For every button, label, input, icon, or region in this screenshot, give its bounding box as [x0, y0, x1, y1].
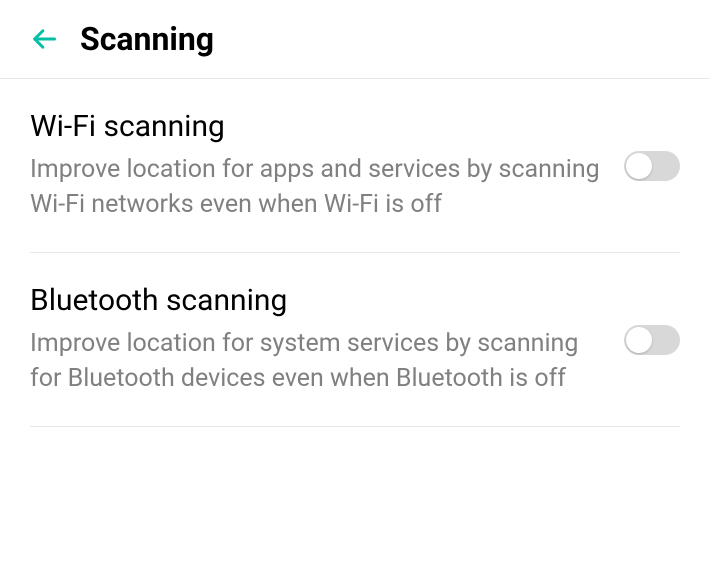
- header: Scanning: [0, 0, 710, 79]
- back-button[interactable]: [28, 23, 60, 55]
- setting-description: Improve location for apps and services b…: [30, 152, 604, 222]
- setting-description: Improve location for system services by …: [30, 326, 604, 396]
- toggle-knob: [626, 327, 652, 353]
- toggle-knob: [626, 153, 652, 179]
- setting-text: Wi-Fi scanning Improve location for apps…: [30, 109, 624, 222]
- setting-text: Bluetooth scanning Improve location for …: [30, 283, 624, 396]
- setting-item-bluetooth-scanning[interactable]: Bluetooth scanning Improve location for …: [30, 253, 680, 427]
- settings-list: Wi-Fi scanning Improve location for apps…: [0, 79, 710, 427]
- bluetooth-scanning-toggle[interactable]: [624, 325, 680, 355]
- setting-title: Wi-Fi scanning: [30, 109, 604, 144]
- page-title: Scanning: [80, 20, 214, 58]
- setting-title: Bluetooth scanning: [30, 283, 604, 318]
- wifi-scanning-toggle[interactable]: [624, 151, 680, 181]
- back-arrow-icon: [30, 25, 58, 53]
- setting-item-wifi-scanning[interactable]: Wi-Fi scanning Improve location for apps…: [30, 79, 680, 253]
